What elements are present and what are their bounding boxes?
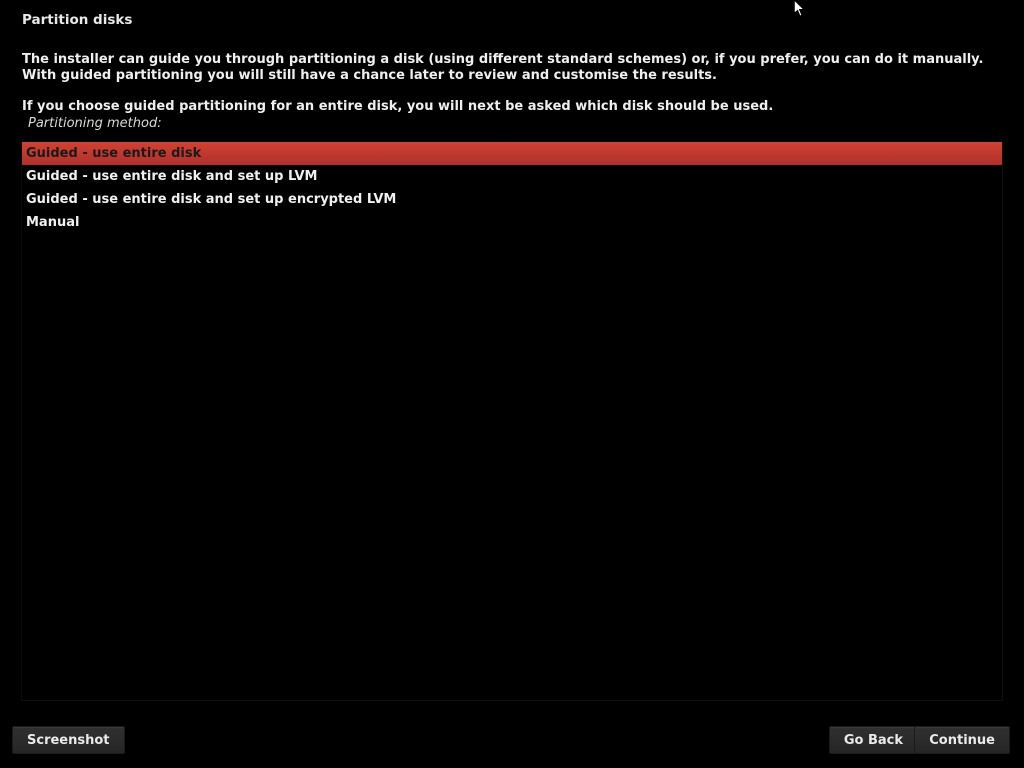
partitioning-method-listbox[interactable]: Guided - use entire disk Guided - use en… — [21, 141, 1003, 701]
partitioning-method-label: Partitioning method: — [28, 116, 162, 131]
description-paragraph-2: If you choose guided partitioning for an… — [22, 99, 1002, 115]
go-back-button[interactable]: Go Back — [829, 726, 918, 754]
page-title: Partition disks — [22, 12, 132, 28]
continue-button[interactable]: Continue — [914, 726, 1010, 754]
screenshot-button[interactable]: Screenshot — [12, 726, 125, 754]
option-guided-entire-disk[interactable]: Guided - use entire disk — [22, 142, 1002, 165]
footer-bar: Screenshot Go Back Continue — [0, 726, 1024, 768]
description-block: The installer can guide you through part… — [22, 52, 1002, 129]
description-paragraph-1: The installer can guide you through part… — [22, 52, 1002, 85]
option-manual[interactable]: Manual — [22, 211, 1002, 234]
mouse-cursor-icon — [793, 0, 807, 18]
option-guided-encrypted-lvm[interactable]: Guided - use entire disk and set up encr… — [22, 188, 1002, 211]
option-guided-lvm[interactable]: Guided - use entire disk and set up LVM — [22, 165, 1002, 188]
